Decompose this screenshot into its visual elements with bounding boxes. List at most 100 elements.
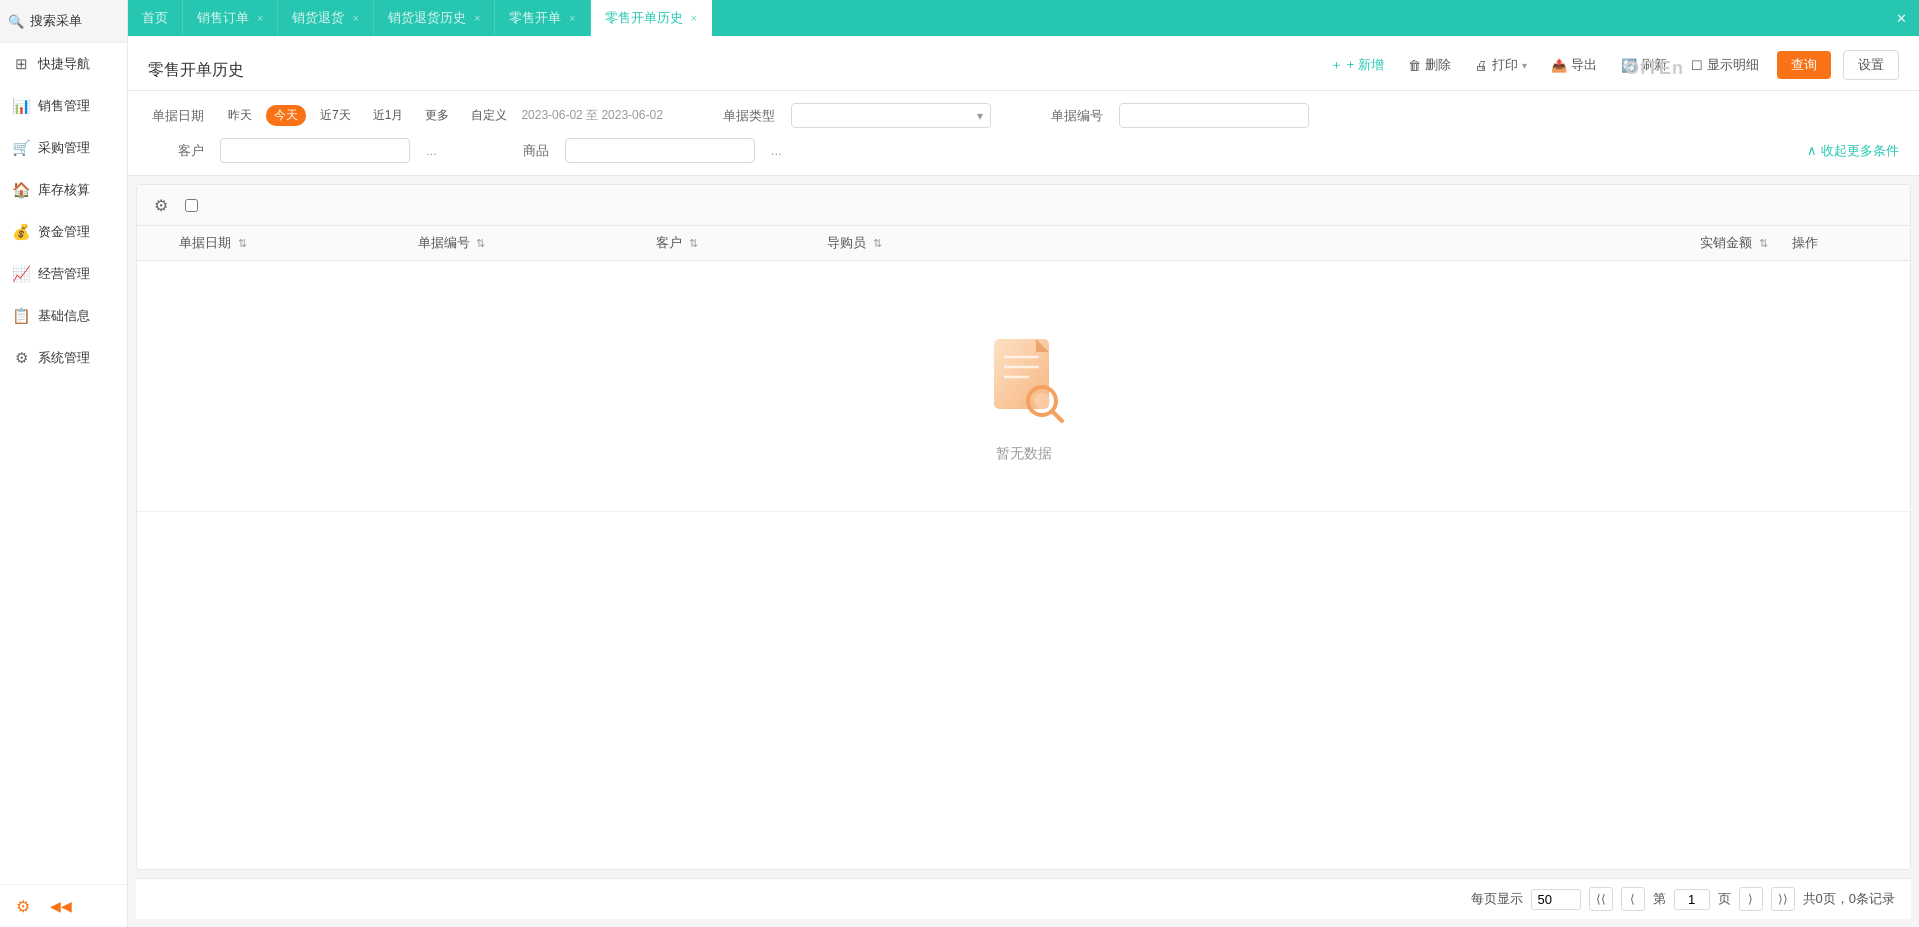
page-number-input[interactable]	[1674, 889, 1710, 910]
sidebar-item-basic-info[interactable]: 📋 基础信息	[0, 295, 127, 337]
empty-state: 暂无数据	[149, 269, 1898, 503]
tab-sales-return-history[interactable]: 销货退货历史 ×	[374, 0, 495, 36]
date-btn-custom[interactable]: 自定义	[463, 105, 515, 126]
tab-home-label: 首页	[142, 9, 168, 27]
doc-type-select-wrapper	[791, 103, 991, 128]
tab-home[interactable]: 首页	[128, 0, 183, 36]
customer-input[interactable]	[220, 138, 410, 163]
toolbar: ＋ + 新增 🗑 删除 🖨 打印 ▾ 📤 导出 🔄	[1324, 50, 1899, 90]
th-no-sort: ⇅	[476, 237, 485, 249]
th-customer[interactable]: 客户 ⇅	[644, 226, 815, 261]
th-checkbox	[137, 226, 167, 261]
tab-retail-open-label: 零售开单	[509, 9, 561, 27]
th-date[interactable]: 单据日期 ⇅	[167, 226, 406, 261]
date-btn-1month[interactable]: 近1月	[365, 105, 412, 126]
collapse-label: 收起更多条件	[1821, 142, 1899, 160]
filter-area: 单据日期 昨天 今天 近7天 近1月 更多 自定义 2023-06-02 至 2…	[128, 91, 1919, 176]
per-page-label: 每页显示	[1471, 890, 1523, 908]
last-page-btn[interactable]: ⟩⟩	[1771, 887, 1795, 911]
empty-illustration	[974, 329, 1074, 429]
product-input[interactable]	[565, 138, 755, 163]
content: 零售开单历史 ＋ + 新增 🗑 删除 🖨 打印 ▾ 📤 导出	[128, 36, 1919, 927]
delete-icon: 🗑	[1408, 58, 1421, 73]
sidebar-nav: ⊞ 快捷导航 📊 销售管理 🛒 采购管理 🏠 库存核算 💰 资金管理 📈 经营管…	[0, 43, 127, 884]
cart-icon: 🛒	[12, 139, 30, 157]
sidebar-footer: ⚙ ◀◀	[0, 884, 127, 927]
home-icon: 🏠	[12, 181, 30, 199]
tab-sales-order[interactable]: 销售订单 ×	[183, 0, 278, 36]
tab-sales-return-history-close[interactable]: ×	[474, 12, 480, 24]
select-all-checkbox[interactable]	[185, 199, 198, 212]
tab-retail-open-close[interactable]: ×	[569, 12, 575, 24]
th-guide[interactable]: 导购员 ⇅	[815, 226, 1020, 261]
sidebar-item-label: 采购管理	[38, 139, 90, 157]
date-btn-more[interactable]: 更多	[417, 105, 457, 126]
tab-sales-order-close[interactable]: ×	[257, 12, 263, 24]
sidebar-item-sys-mgmt[interactable]: ⚙ 系统管理	[0, 337, 127, 379]
th-spacer	[1020, 226, 1541, 261]
tab-retail-open-history-close[interactable]: ×	[691, 12, 697, 24]
svg-line-7	[1052, 411, 1062, 421]
export-button[interactable]: 📤 导出	[1545, 52, 1603, 78]
window-close-icon[interactable]: ✕	[1896, 11, 1907, 26]
svg-point-6	[1034, 393, 1050, 409]
delete-label: 删除	[1425, 56, 1451, 74]
settings-footer-icon[interactable]: ⚙	[12, 895, 34, 917]
refresh-icon: 🔄	[1621, 58, 1637, 73]
collapse-button[interactable]: ∧ 收起更多条件	[1807, 142, 1899, 160]
finance-icon: 💰	[12, 223, 30, 241]
product-dots[interactable]: ...	[771, 143, 782, 158]
table-toolbar: ⚙	[137, 185, 1910, 226]
doc-no-input[interactable]	[1119, 103, 1309, 128]
customer-dots[interactable]: ...	[426, 143, 437, 158]
page-label-after: 页	[1718, 890, 1731, 908]
table-settings-icon[interactable]: ⚙	[147, 191, 175, 219]
add-button[interactable]: ＋ + 新增	[1324, 52, 1390, 78]
delete-button[interactable]: 🗑 删除	[1402, 52, 1457, 78]
tab-sales-return-close[interactable]: ×	[352, 12, 358, 24]
tab-retail-open-history-label: 零售开单历史	[605, 9, 683, 27]
tab-sales-return-history-label: 销货退货历史	[388, 9, 466, 27]
first-page-btn[interactable]: ⟨⟨	[1589, 887, 1613, 911]
sidebar-item-finance[interactable]: 💰 资金管理	[0, 211, 127, 253]
display-detail-button[interactable]: ☐ 显示明细	[1685, 52, 1765, 78]
th-no[interactable]: 单据编号 ⇅	[406, 226, 645, 261]
settings-button[interactable]: 设置	[1843, 50, 1899, 80]
date-btn-today[interactable]: 今天	[266, 105, 306, 126]
sidebar-item-sales-mgmt[interactable]: 📊 销售管理	[0, 85, 127, 127]
date-range-text: 2023-06-02 至 2023-06-02	[521, 107, 662, 124]
query-label: 查询	[1791, 56, 1817, 74]
date-btn-yesterday[interactable]: 昨天	[220, 105, 260, 126]
doc-type-select[interactable]	[791, 103, 991, 128]
next-page-btn[interactable]: ⟩	[1739, 887, 1763, 911]
prev-page-btn[interactable]: ⟨	[1621, 887, 1645, 911]
print-button[interactable]: 🖨 打印 ▾	[1469, 52, 1533, 78]
chart-icon: 📊	[12, 97, 30, 115]
collapse-sidebar-icon[interactable]: ◀◀	[50, 895, 72, 917]
chevron-up-icon: ∧	[1807, 143, 1817, 158]
export-label: 导出	[1571, 56, 1597, 74]
th-date-sort: ⇅	[238, 237, 247, 249]
search-icon: 🔍	[8, 14, 24, 29]
date-btn-7days[interactable]: 近7天	[312, 105, 359, 126]
settings-label: 设置	[1858, 56, 1884, 74]
tab-sales-return[interactable]: 销货退货 ×	[278, 0, 373, 36]
per-page-select[interactable]: 50 20 100	[1531, 889, 1581, 910]
data-table: 单据日期 ⇅ 单据编号 ⇅ 客户 ⇅ 导购员 ⇅	[137, 226, 1910, 512]
th-amount-label: 实销金额	[1700, 235, 1752, 250]
query-button[interactable]: 查询	[1777, 51, 1831, 79]
sidebar-item-label: 库存核算	[38, 181, 90, 199]
sidebar-search[interactable]: 🔍 搜索采单	[0, 0, 127, 43]
tab-retail-open[interactable]: 零售开单 ×	[495, 0, 590, 36]
product-label: 商品	[493, 142, 549, 160]
tab-sales-return-label: 销货退货	[292, 9, 344, 27]
th-guide-sort: ⇅	[873, 237, 882, 249]
th-amount[interactable]: 实销金额 ⇅	[1541, 226, 1780, 261]
tab-retail-open-history[interactable]: 零售开单历史 ×	[591, 0, 712, 36]
refresh-button[interactable]: 🔄 刷新	[1615, 52, 1673, 78]
sidebar-item-purchase-mgmt[interactable]: 🛒 采购管理	[0, 127, 127, 169]
sidebar-item-quick-nav[interactable]: ⊞ 快捷导航	[0, 43, 127, 85]
grid-icon: ⊞	[12, 55, 30, 73]
sidebar-item-inventory[interactable]: 🏠 库存核算	[0, 169, 127, 211]
sidebar-item-operations[interactable]: 📈 经营管理	[0, 253, 127, 295]
